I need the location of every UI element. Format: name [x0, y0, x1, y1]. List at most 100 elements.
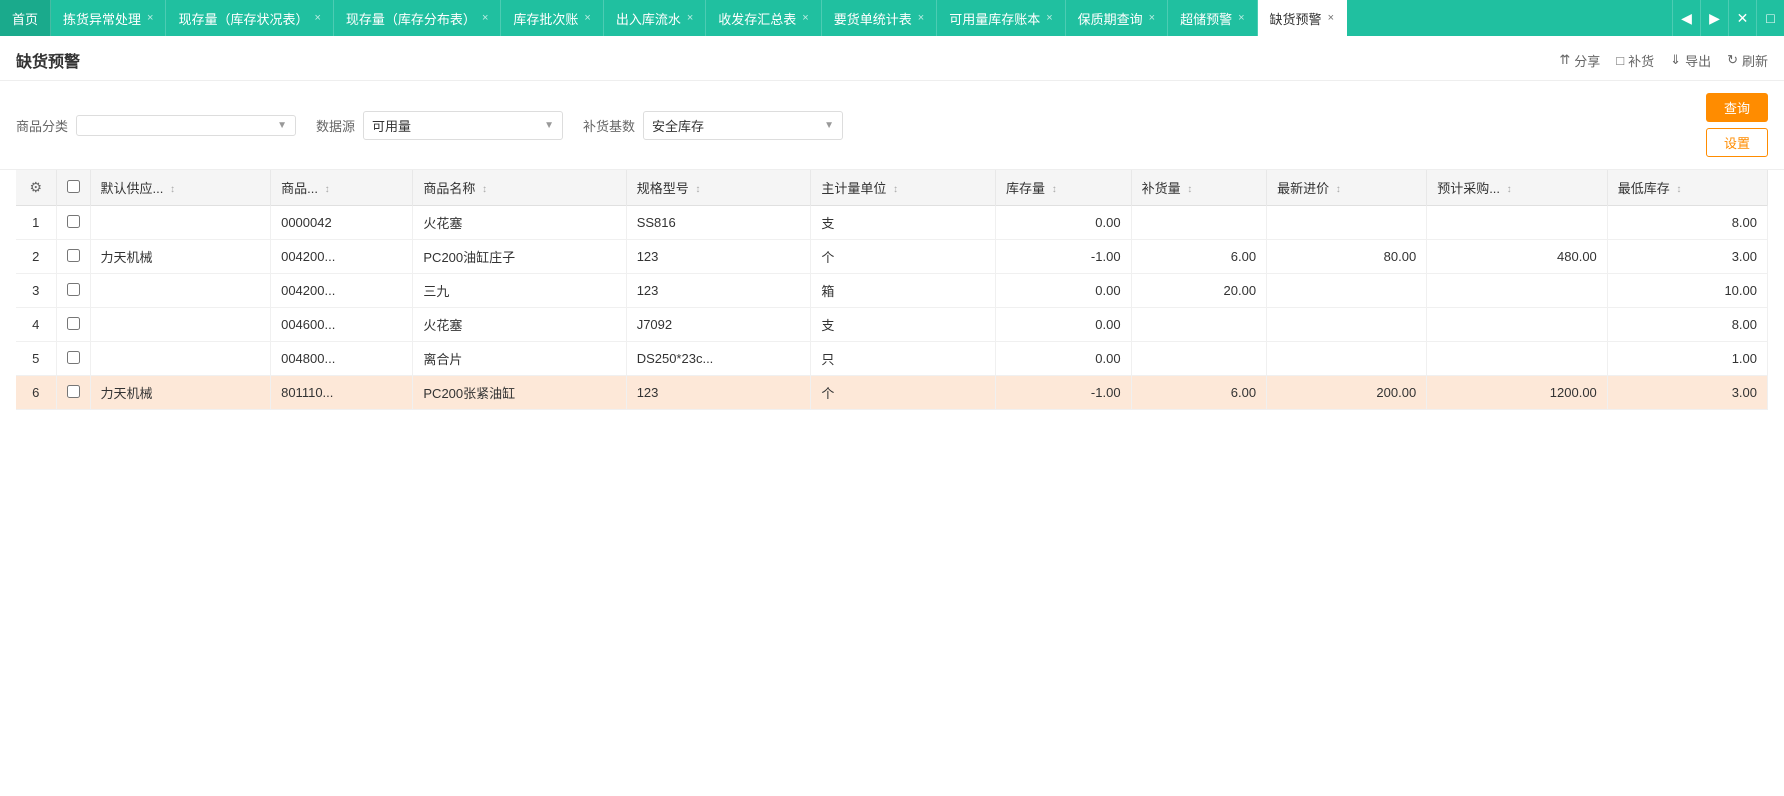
table-container: ⚙ 默认供应... ↕ 商品... ↕ 商品名称 ↕ [0, 170, 1784, 426]
tab-home[interactable]: 首页 [0, 0, 51, 36]
select-all-checkbox[interactable] [67, 180, 80, 193]
datasource-select[interactable]: 可用量 ▼ [363, 111, 563, 140]
tab-fullscreen-button[interactable]: □ [1756, 0, 1784, 36]
td-index: 5 [16, 342, 56, 376]
close-tab-9[interactable]: × [1149, 12, 1155, 24]
row-checkbox-2[interactable] [67, 283, 80, 296]
table-row: 2 力天机械 004200... PC200油缸庄子 123 个 -1.00 6… [16, 240, 1768, 274]
tab-next-button[interactable]: ▶ [1700, 0, 1728, 36]
close-tab-10[interactable]: × [1238, 12, 1244, 24]
category-arrow-icon: ▼ [277, 120, 287, 131]
close-tab-1[interactable]: × [147, 12, 153, 24]
row-checkbox-3[interactable] [67, 317, 80, 330]
tab-2[interactable]: 现存量（库存状况表） × [166, 0, 333, 36]
th-unit-label: 主计量单位 [821, 181, 886, 196]
datasource-label: 数据源 [316, 116, 355, 135]
td-index: 2 [16, 240, 56, 274]
replenish-select[interactable]: 安全库存 ▼ [643, 111, 843, 140]
td-index: 3 [16, 274, 56, 308]
settings-button[interactable]: 设置 [1706, 128, 1768, 157]
th-spec-sort[interactable]: ↕ [695, 184, 700, 195]
th-supplier-sort[interactable]: ↕ [170, 184, 175, 195]
td-stock: 0.00 [996, 308, 1132, 342]
close-tab-11[interactable]: × [1328, 12, 1334, 24]
td-replenish: 6.00 [1131, 376, 1267, 410]
row-checkbox-5[interactable] [67, 385, 80, 398]
td-checkbox [56, 308, 90, 342]
td-checkbox [56, 376, 90, 410]
tab-new-button[interactable]: ✕ [1728, 0, 1756, 36]
td-code: 0000042 [271, 206, 413, 240]
table-row: 1 0000042 火花塞 SS816 支 0.00 8.00 [16, 206, 1768, 240]
close-tab-7[interactable]: × [918, 12, 924, 24]
export-button[interactable]: ⇓ 导出 [1670, 51, 1711, 70]
query-button[interactable]: 查询 [1706, 93, 1768, 122]
close-tab-8[interactable]: × [1046, 12, 1052, 24]
tab-10[interactable]: 超储预警 × [1168, 0, 1257, 36]
td-latest-price: 80.00 [1267, 240, 1427, 274]
th-replenish-sort[interactable]: ↕ [1187, 184, 1192, 195]
th-name-sort[interactable]: ↕ [482, 184, 487, 195]
td-min-stock: 10.00 [1607, 274, 1767, 308]
replenish-select-value: 安全库存 [652, 116, 816, 135]
th-latest-price-sort[interactable]: ↕ [1336, 184, 1341, 195]
td-spec: 123 [626, 376, 811, 410]
close-tab-4[interactable]: × [584, 12, 590, 24]
settings-icon[interactable]: ⚙ [29, 179, 42, 195]
tab-4[interactable]: 库存批次账 × [501, 0, 603, 36]
td-min-stock: 3.00 [1607, 240, 1767, 274]
tab-1[interactable]: 拣货异常处理 × [51, 0, 166, 36]
share-button[interactable]: ⇈ 分享 [1559, 51, 1600, 70]
close-tab-5[interactable]: × [687, 12, 693, 24]
td-est-purchase [1427, 206, 1608, 240]
close-tab-2[interactable]: × [314, 12, 320, 24]
td-min-stock: 3.00 [1607, 376, 1767, 410]
table-row: 4 004600... 火花塞 J7092 支 0.00 8.00 [16, 308, 1768, 342]
refresh-button[interactable]: ↻ 刷新 [1727, 51, 1768, 70]
td-spec: J7092 [626, 308, 811, 342]
tab-8[interactable]: 可用量库存账本 × [937, 0, 1065, 36]
td-code: 004200... [271, 274, 413, 308]
tab-5[interactable]: 出入库流水 × [604, 0, 706, 36]
category-select[interactable]: ▼ [76, 115, 296, 136]
td-replenish: 6.00 [1131, 240, 1267, 274]
th-stock-sort[interactable]: ↕ [1052, 184, 1057, 195]
th-code-sort[interactable]: ↕ [325, 184, 330, 195]
table-row: 6 力天机械 801110... PC200张紧油缸 123 个 -1.00 6… [16, 376, 1768, 410]
th-unit-sort[interactable]: ↕ [893, 184, 898, 195]
tab-3[interactable]: 现存量（库存分布表） × [334, 0, 501, 36]
th-min-stock-sort[interactable]: ↕ [1676, 184, 1681, 195]
td-supplier [90, 308, 271, 342]
tab-9[interactable]: 保质期查询 × [1066, 0, 1168, 36]
tab-prev-button[interactable]: ◀ [1672, 0, 1700, 36]
row-checkbox-0[interactable] [67, 215, 80, 228]
td-checkbox [56, 342, 90, 376]
th-spec-label: 规格型号 [637, 181, 689, 196]
tab-11[interactable]: 缺货预警 × [1258, 0, 1347, 36]
tab-7[interactable]: 要货单统计表 × [822, 0, 937, 36]
td-name: 火花塞 [413, 308, 626, 342]
category-filter-group: 商品分类 ▼ [16, 115, 296, 136]
row-checkbox-4[interactable] [67, 351, 80, 364]
page-title: 缺货预警 [16, 48, 80, 72]
category-label: 商品分类 [16, 116, 68, 135]
table-row: 3 004200... 三九 123 箱 0.00 20.00 10.00 [16, 274, 1768, 308]
th-name-label: 商品名称 [423, 181, 475, 196]
th-latest-price-label: 最新进价 [1277, 181, 1329, 196]
th-est-purchase-sort[interactable]: ↕ [1507, 184, 1512, 195]
tab-nav-buttons: ◀ ▶ ✕ □ [1672, 0, 1784, 36]
td-stock: -1.00 [996, 376, 1132, 410]
close-tab-6[interactable]: × [802, 12, 808, 24]
td-replenish [1131, 308, 1267, 342]
th-code-label: 商品... [281, 181, 318, 196]
close-tab-3[interactable]: × [482, 12, 488, 24]
td-unit: 支 [811, 308, 996, 342]
replenish-button[interactable]: □ 补货 [1616, 51, 1654, 70]
replenish-arrow-icon: ▼ [824, 120, 834, 131]
row-checkbox-1[interactable] [67, 249, 80, 262]
page-header: 缺货预警 ⇈ 分享 □ 补货 ⇓ 导出 ↻ 刷新 [0, 36, 1784, 81]
export-icon: ⇓ [1670, 52, 1681, 68]
tab-6[interactable]: 收发存汇总表 × [706, 0, 821, 36]
refresh-icon: ↻ [1727, 52, 1738, 68]
replenish-label: 补货基数 [583, 116, 635, 135]
